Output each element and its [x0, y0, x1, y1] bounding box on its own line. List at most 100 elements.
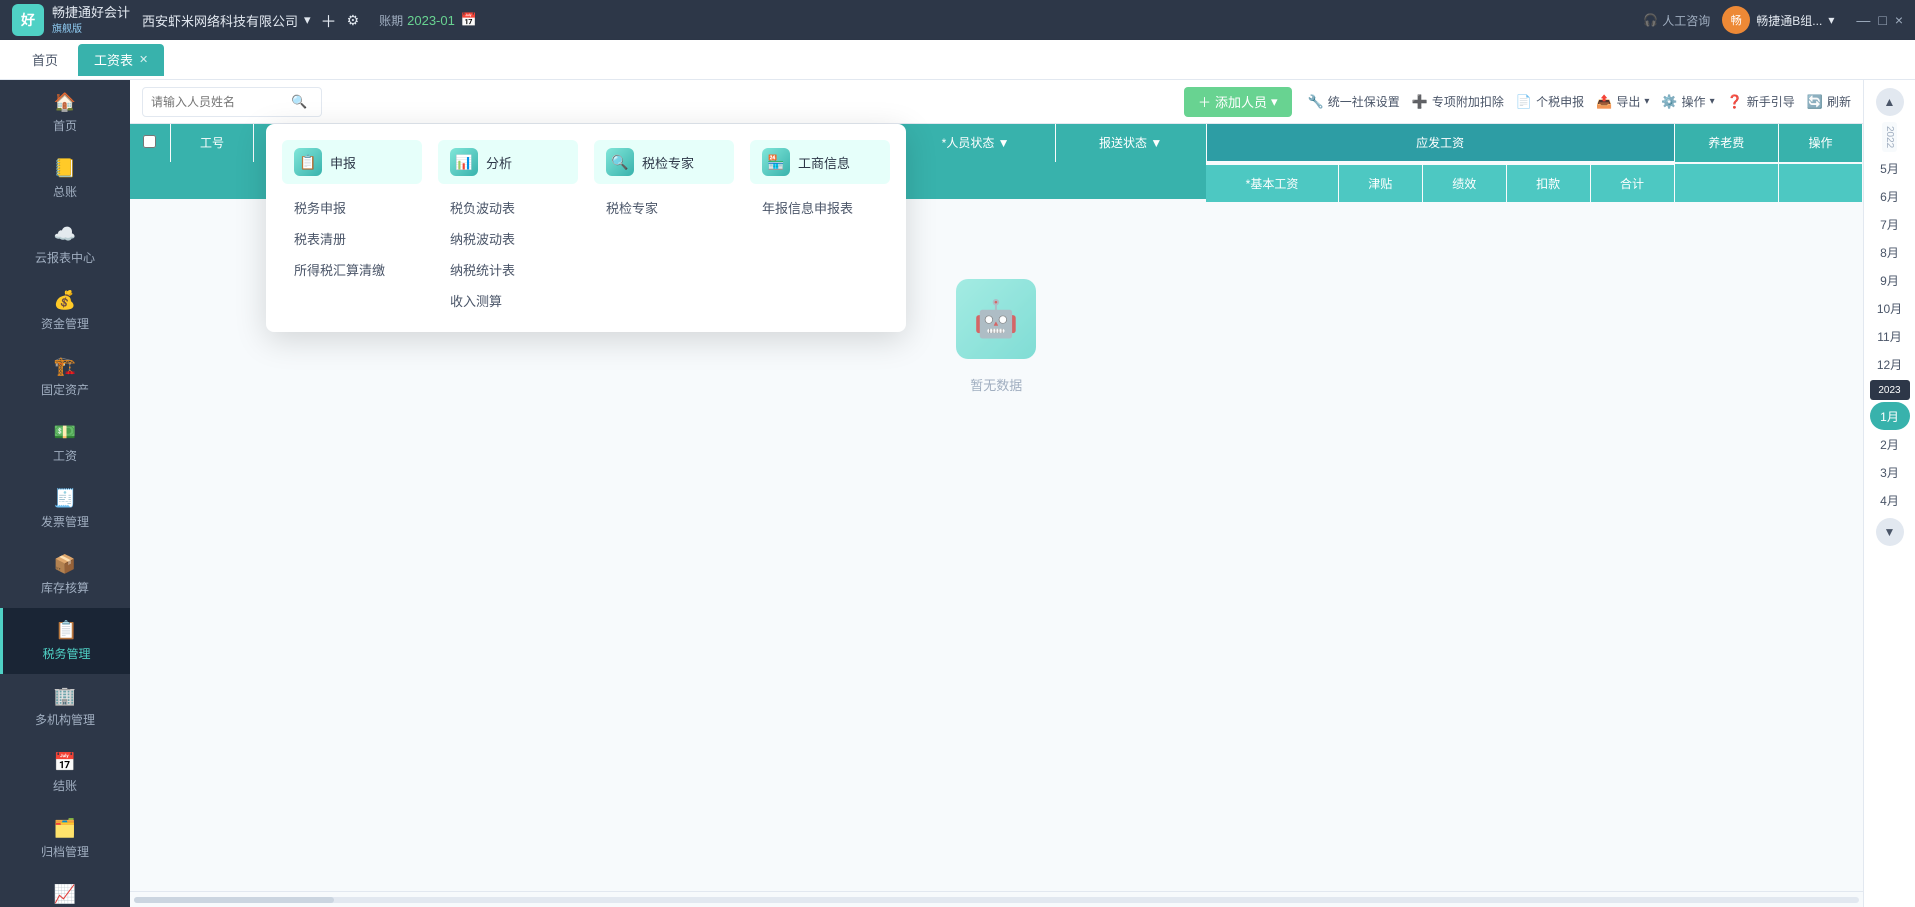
date-month-2023-4月[interactable]: 4月 [1870, 486, 1910, 514]
add-icon: ＋ [1198, 92, 1211, 111]
sidebar-label-fund: 资金管理 [41, 315, 89, 332]
action-export[interactable]: 📤导出▾ [1596, 93, 1649, 110]
action-social-security[interactable]: 🔧统一社保设置 [1308, 93, 1400, 110]
action-operation[interactable]: ⚙️操作▾ [1661, 93, 1714, 110]
operation-label: 操作 [1682, 93, 1706, 110]
cloud-report-icon: ☁️ [54, 224, 76, 245]
date-nav-up[interactable]: ▲ [1876, 88, 1904, 116]
date-month-2023-1月[interactable]: 1月 [1870, 402, 1910, 430]
tab-home[interactable]: 首页 [16, 44, 74, 76]
sidebar-item-sales[interactable]: 📈小畅报销 [0, 872, 130, 907]
action-special-deduction[interactable]: ➕专项附加扣除 [1412, 93, 1504, 110]
dropdown-arrow: ▾ [1271, 94, 1278, 110]
settings-icon[interactable]: ⚙ [347, 12, 360, 29]
date-month-2022-7月[interactable]: 7月 [1870, 210, 1910, 238]
dropdown-item-纳税波动表[interactable]: 纳税波动表 [438, 223, 578, 254]
sidebar-item-invoice[interactable]: 🧾 发票管理 [0, 476, 130, 542]
date-month-2022-12月[interactable]: 12月 [1870, 350, 1910, 378]
add-company-icon[interactable]: ＋ [321, 8, 337, 32]
date-month-2022-10月[interactable]: 10月 [1870, 294, 1910, 322]
declaration-section-icon: 📋 [294, 148, 322, 176]
scroll-thumb[interactable] [134, 897, 334, 903]
date-month-2023-2月[interactable]: 2月 [1870, 430, 1910, 458]
sidebar-item-fixed-assets[interactable]: 🏗️固定资产 [0, 344, 130, 410]
operation-arrow: ▾ [1710, 96, 1715, 107]
sidebar-label-ledger: 总账 [53, 183, 77, 200]
scroll-track [134, 897, 1859, 903]
company-selector[interactable]: 西安虾米网络科技有限公司 ▾ ＋ ⚙ [142, 8, 359, 32]
action-guide-new[interactable]: ❓新手引导 [1727, 93, 1795, 110]
tab-close-icon[interactable]: ✕ [139, 53, 148, 66]
date-month-2022-8月[interactable]: 8月 [1870, 238, 1910, 266]
user-area[interactable]: 畅 畅捷通B组... ▾ [1722, 6, 1834, 34]
close-button[interactable]: × [1895, 12, 1903, 28]
minimize-button[interactable]: — [1856, 12, 1870, 28]
dropdown-item-税表清册[interactable]: 税表清册 [282, 223, 422, 254]
th-basic-salary: *基本工资 [1206, 164, 1338, 202]
dropdown-item-收入测算[interactable]: 收入测算 [438, 285, 578, 316]
dropdown-section-tax-expert: 🔍 税检专家 税检专家 [594, 140, 734, 316]
personal-tax-label: 个税申报 [1536, 93, 1584, 110]
calendar-icon[interactable]: 📅 [461, 12, 477, 28]
sidebar-item-inventory[interactable]: 📦库存核算 [0, 542, 130, 608]
sidebar-label-fixed-assets: 固定资产 [41, 381, 89, 398]
section-header-analysis: 📊 分析 [438, 140, 578, 184]
sidebar-item-tax[interactable]: 📋税务管理 [0, 608, 130, 674]
status-filter-icon[interactable]: ▼ [998, 136, 1010, 150]
tab-bar: 首页 工资表 ✕ [0, 40, 1915, 80]
refresh-icon: 🔄 [1807, 94, 1823, 110]
date-month-2022-6月[interactable]: 6月 [1870, 182, 1910, 210]
action-refresh[interactable]: 🔄刷新 [1807, 93, 1851, 110]
sidebar-item-archive[interactable]: 🗂️归档管理 [0, 806, 130, 872]
search-input[interactable] [151, 95, 291, 109]
dropdown-item-税务申报[interactable]: 税务申报 [282, 192, 422, 223]
date-month-2022-11月[interactable]: 11月 [1870, 322, 1910, 350]
sidebar-label-multi-org: 多机构管理 [35, 711, 95, 728]
horizontal-scrollbar[interactable] [130, 891, 1863, 907]
th-action: 操作 [1778, 124, 1862, 162]
dropdown-item-年报信息申报表[interactable]: 年报信息申报表 [750, 192, 890, 223]
sidebar-item-close[interactable]: 📅结账 [0, 740, 130, 806]
export-arrow: ▾ [1644, 96, 1649, 107]
toolbar: 🔍 ＋ 添加人员 ▾ 🔧统一社保设置➕专项附加扣除📄个税申报📤导出▾⚙️操作▾❓… [130, 80, 1863, 124]
th-performance: 绩效 [1422, 164, 1506, 202]
sidebar-item-multi-org[interactable]: 🏢多机构管理 [0, 674, 130, 740]
sidebar-label-invoice: 发票管理 [41, 513, 89, 530]
date-month-2023-3月[interactable]: 3月 [1870, 458, 1910, 486]
chevron-down-icon[interactable]: ▾ [304, 12, 311, 28]
th-pension-sub [1674, 164, 1778, 202]
sidebar-item-cloud-report[interactable]: ☁️ 云报表中心 [0, 212, 130, 278]
restore-button[interactable]: □ [1878, 12, 1886, 28]
sidebar-item-salary[interactable]: 💵工资 [0, 410, 130, 476]
dropdown-item-纳税统计表[interactable]: 纳税统计表 [438, 254, 578, 285]
checkbox-header[interactable] [130, 124, 170, 162]
action-personal-tax[interactable]: 📄个税申报 [1516, 93, 1584, 110]
sidebar-item-ledger[interactable]: 📒 总账 [0, 146, 130, 212]
date-nav-down[interactable]: ▼ [1876, 518, 1904, 546]
report-filter-icon[interactable]: ▼ [1150, 136, 1162, 150]
select-all-checkbox[interactable] [143, 135, 156, 148]
sidebar-item-home[interactable]: 🏠首页 [0, 80, 130, 146]
social-security-icon: 🔧 [1308, 94, 1324, 110]
add-employee-button[interactable]: ＋ 添加人员 ▾ [1184, 87, 1292, 117]
date-month-2022-9月[interactable]: 9月 [1870, 266, 1910, 294]
home-icon: 🏠 [54, 92, 76, 113]
year-2023-label: 2023 [1870, 380, 1910, 400]
date-month-2022-5月[interactable]: 5月 [1870, 154, 1910, 182]
search-box[interactable]: 🔍 [142, 87, 322, 117]
dropdown-item-税检专家[interactable]: 税检专家 [594, 192, 734, 223]
guide-new-label: 新手引导 [1747, 93, 1795, 110]
user-chevron-icon: ▾ [1828, 13, 1834, 27]
service-button[interactable]: 🎧 人工咨询 [1643, 12, 1710, 29]
sidebar-label-archive: 归档管理 [41, 843, 89, 860]
dropdown-item-所得税汇算清缴[interactable]: 所得税汇算清缴 [282, 254, 422, 285]
app-title-block: 畅捷通好会计 旗舰版 [52, 5, 130, 36]
invoice-icon: 🧾 [54, 488, 76, 509]
dropdown-item-税负波动表[interactable]: 税负波动表 [438, 192, 578, 223]
sidebar-item-fund[interactable]: 💰资金管理 [0, 278, 130, 344]
ledger-icon: 📒 [54, 158, 76, 179]
sidebar-label-cloud-report: 云报表中心 [35, 249, 95, 266]
search-icon: 🔍 [291, 94, 307, 110]
tab-salary[interactable]: 工资表 ✕ [78, 44, 164, 76]
app-version: 旗舰版 [52, 20, 130, 35]
